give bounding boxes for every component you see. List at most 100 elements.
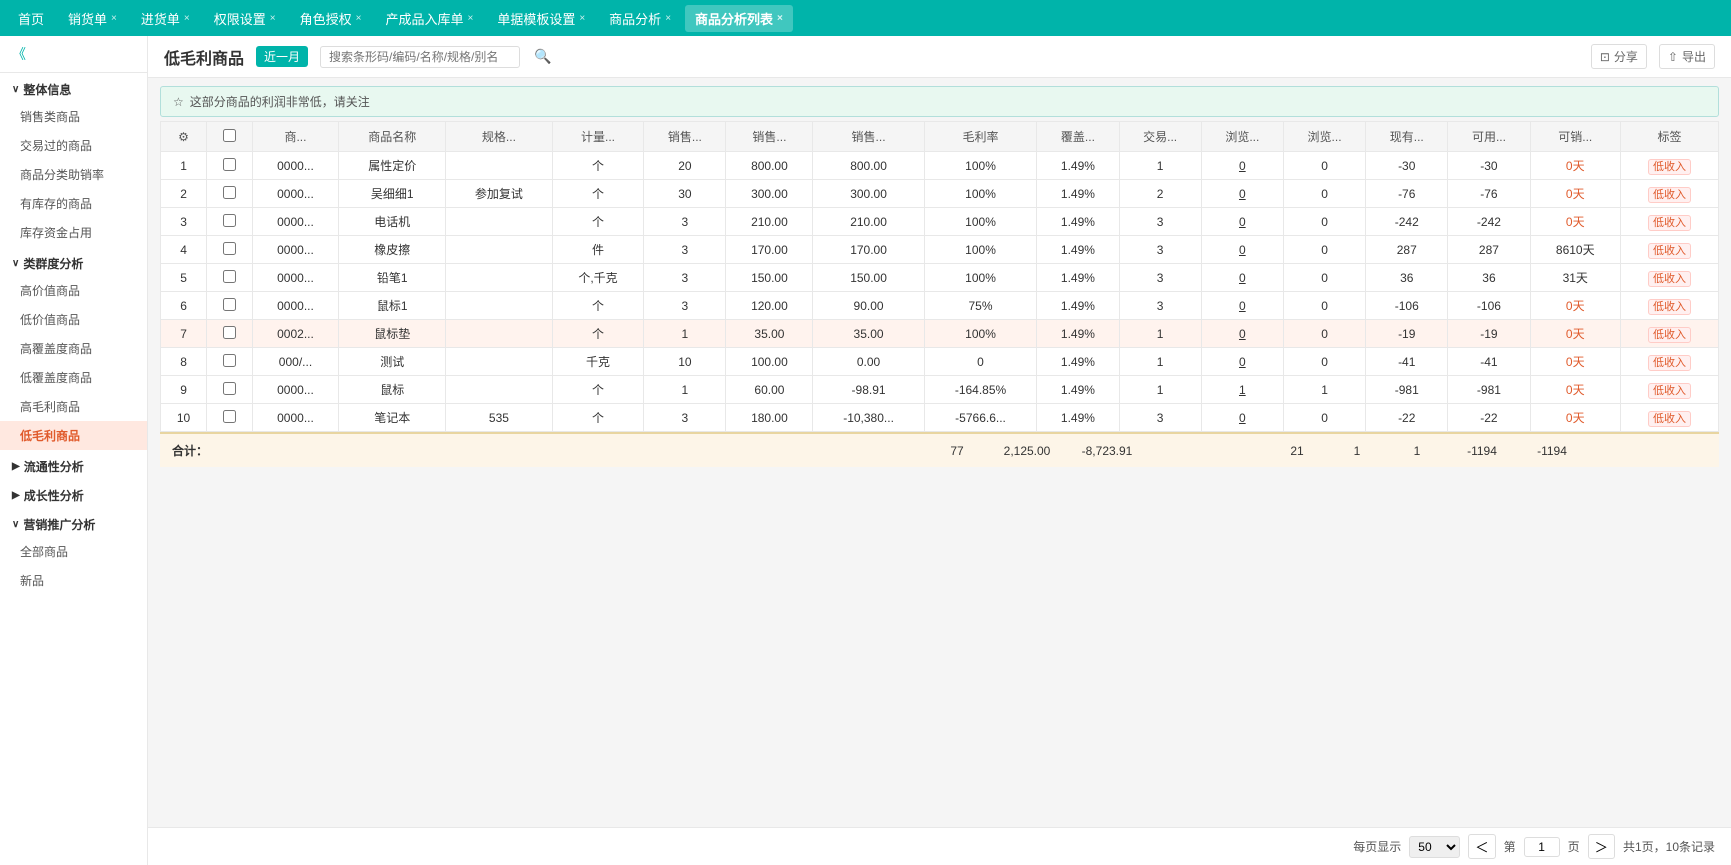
nav-close-icon[interactable]: × (665, 13, 671, 24)
sidebar-item-高价值商品[interactable]: 高价值商品 (0, 276, 147, 305)
sidebar-item-销售类商品[interactable]: 销售类商品 (0, 102, 147, 131)
col-header-unit[interactable]: 计量... (552, 122, 644, 152)
row-checkbox[interactable] (223, 158, 236, 171)
view-link[interactable]: 0 (1239, 355, 1246, 369)
page-size-select[interactable]: 50 100 200 (1409, 836, 1460, 858)
row-checkbox[interactable] (223, 242, 236, 255)
nav-close-icon[interactable]: × (184, 13, 190, 24)
header-row: ⚙商...商品名称规格...计量...销售...销售...销售...毛利率覆盖.… (161, 122, 1719, 152)
nav-item-销货单[interactable]: 销货单 × (58, 5, 127, 32)
col-header-trade[interactable]: 交易... (1119, 122, 1201, 152)
col-header-current_stock[interactable]: 现有... (1366, 122, 1448, 152)
cell-code: 0000... (252, 180, 339, 208)
sidebar-group-title-2[interactable]: ▶流通性分析 (0, 450, 147, 479)
nav-item-首页[interactable]: 首页 (8, 5, 54, 32)
filter-tag[interactable]: 近一月 (256, 46, 308, 67)
cell-checkbox[interactable] (207, 376, 252, 404)
sidebar-item-低毛利商品[interactable]: 低毛利商品 (0, 421, 147, 450)
col-header-code[interactable]: 商... (252, 122, 339, 152)
row-checkbox[interactable] (223, 186, 236, 199)
cell-view2: 0 (1283, 152, 1365, 180)
row-checkbox[interactable] (223, 270, 236, 283)
sidebar-item-低覆盖度商品[interactable]: 低覆盖度商品 (0, 363, 147, 392)
nav-close-icon[interactable]: × (579, 13, 585, 24)
view-link[interactable]: 0 (1239, 411, 1246, 425)
search-input[interactable] (320, 46, 520, 68)
settings-icon[interactable]: ⚙ (178, 130, 189, 144)
nav-close-icon[interactable]: × (270, 13, 276, 24)
sidebar-item-高覆盖度商品[interactable]: 高覆盖度商品 (0, 334, 147, 363)
nav-item-商品分析列表[interactable]: 商品分析列表 × (685, 5, 793, 32)
nav-item-进货单[interactable]: 进货单 × (131, 5, 200, 32)
nav-item-产成品入库单[interactable]: 产成品入库单 × (375, 5, 483, 32)
prev-page-button[interactable]: ＜ (1468, 834, 1495, 859)
cell-checkbox[interactable] (207, 320, 252, 348)
sidebar-collapse-button[interactable]: 《 (0, 36, 147, 73)
cell-checkbox[interactable] (207, 404, 252, 432)
cell-checkbox[interactable] (207, 236, 252, 264)
col-header-saleable_days[interactable]: 可销... (1530, 122, 1620, 152)
col-header-sales_qty[interactable]: 销售... (644, 122, 726, 152)
view-link[interactable]: 0 (1239, 159, 1246, 173)
sidebar-item-库存资金占用[interactable]: 库存资金占用 (0, 218, 147, 247)
nav-close-icon[interactable]: × (111, 13, 117, 24)
sidebar-item-高毛利商品[interactable]: 高毛利商品 (0, 392, 147, 421)
row-checkbox[interactable] (223, 214, 236, 227)
sidebar-item-全部商品[interactable]: 全部商品 (0, 537, 147, 566)
cell-checkbox[interactable] (207, 264, 252, 292)
export-button[interactable]: ⇧ 导出 (1659, 44, 1715, 69)
sidebar-item-商品分类助销率[interactable]: 商品分类助销率 (0, 160, 147, 189)
col-header-name[interactable]: 商品名称 (339, 122, 446, 152)
tag-badge: 低收入 (1648, 383, 1691, 399)
cell-checkbox[interactable] (207, 292, 252, 320)
col-header-spec[interactable]: 规格... (446, 122, 553, 152)
cell-gross_margin: 100% (924, 236, 1037, 264)
nav-item-单据模板设置[interactable]: 单据模板设置 × (487, 5, 595, 32)
nav-item-商品分析[interactable]: 商品分析 × (599, 5, 681, 32)
view-link[interactable]: 0 (1239, 327, 1246, 341)
view-link[interactable]: 0 (1239, 215, 1246, 229)
nav-close-icon[interactable]: × (356, 13, 362, 24)
view-link[interactable]: 0 (1239, 187, 1246, 201)
col-header-view1[interactable]: 浏览... (1201, 122, 1283, 152)
view-link[interactable]: 1 (1239, 383, 1246, 397)
row-checkbox[interactable] (223, 298, 236, 311)
search-icon[interactable]: 🔍 (532, 46, 553, 67)
share-button[interactable]: ⊡ 分享 (1591, 44, 1647, 69)
nav-item-权限设置[interactable]: 权限设置 × (204, 5, 286, 32)
nav-close-icon[interactable]: × (467, 13, 473, 24)
col-header-view2[interactable]: 浏览... (1283, 122, 1365, 152)
sidebar-group-title-0[interactable]: ∨整体信息 (0, 73, 147, 102)
row-checkbox[interactable] (223, 354, 236, 367)
sidebar-item-有库存的商品[interactable]: 有库存的商品 (0, 189, 147, 218)
view-link[interactable]: 0 (1239, 243, 1246, 257)
sidebar-group-title-4[interactable]: ∨营销推广分析 (0, 508, 147, 537)
col-header-sales_profit[interactable]: 销售... (813, 122, 924, 152)
page-number-input[interactable] (1524, 837, 1560, 857)
cell-checkbox[interactable] (207, 152, 252, 180)
row-checkbox[interactable] (223, 326, 236, 339)
next-page-button[interactable]: ＞ (1588, 834, 1615, 859)
cell-checkbox[interactable] (207, 348, 252, 376)
row-checkbox[interactable] (223, 410, 236, 423)
select-all-checkbox[interactable] (223, 129, 236, 142)
cell-checkbox[interactable] (207, 208, 252, 236)
view-link[interactable]: 0 (1239, 271, 1246, 285)
sidebar-group-title-1[interactable]: ∨类群度分析 (0, 247, 147, 276)
sidebar-group-title-3[interactable]: ▶成长性分析 (0, 479, 147, 508)
col-header-available_stock[interactable]: 可用... (1448, 122, 1530, 152)
nav-close-icon[interactable]: × (777, 13, 783, 24)
col-header-coverage[interactable]: 覆盖... (1037, 122, 1119, 152)
row-checkbox[interactable] (223, 382, 236, 395)
cell-checkbox[interactable] (207, 180, 252, 208)
sidebar-item-低价值商品[interactable]: 低价值商品 (0, 305, 147, 334)
tag-badge: 低收入 (1648, 271, 1691, 287)
sidebar-item-新品[interactable]: 新品 (0, 566, 147, 595)
sidebar-item-交易过的商品[interactable]: 交易过的商品 (0, 131, 147, 160)
nav-item-角色授权[interactable]: 角色授权 × (290, 5, 372, 32)
view-link[interactable]: 0 (1239, 299, 1246, 313)
col-header-sales_amount[interactable]: 销售... (726, 122, 813, 152)
cell-current_stock: -22 (1366, 404, 1448, 432)
col-header-gross_margin[interactable]: 毛利率 (924, 122, 1037, 152)
cell-name: 鼠标1 (339, 292, 446, 320)
